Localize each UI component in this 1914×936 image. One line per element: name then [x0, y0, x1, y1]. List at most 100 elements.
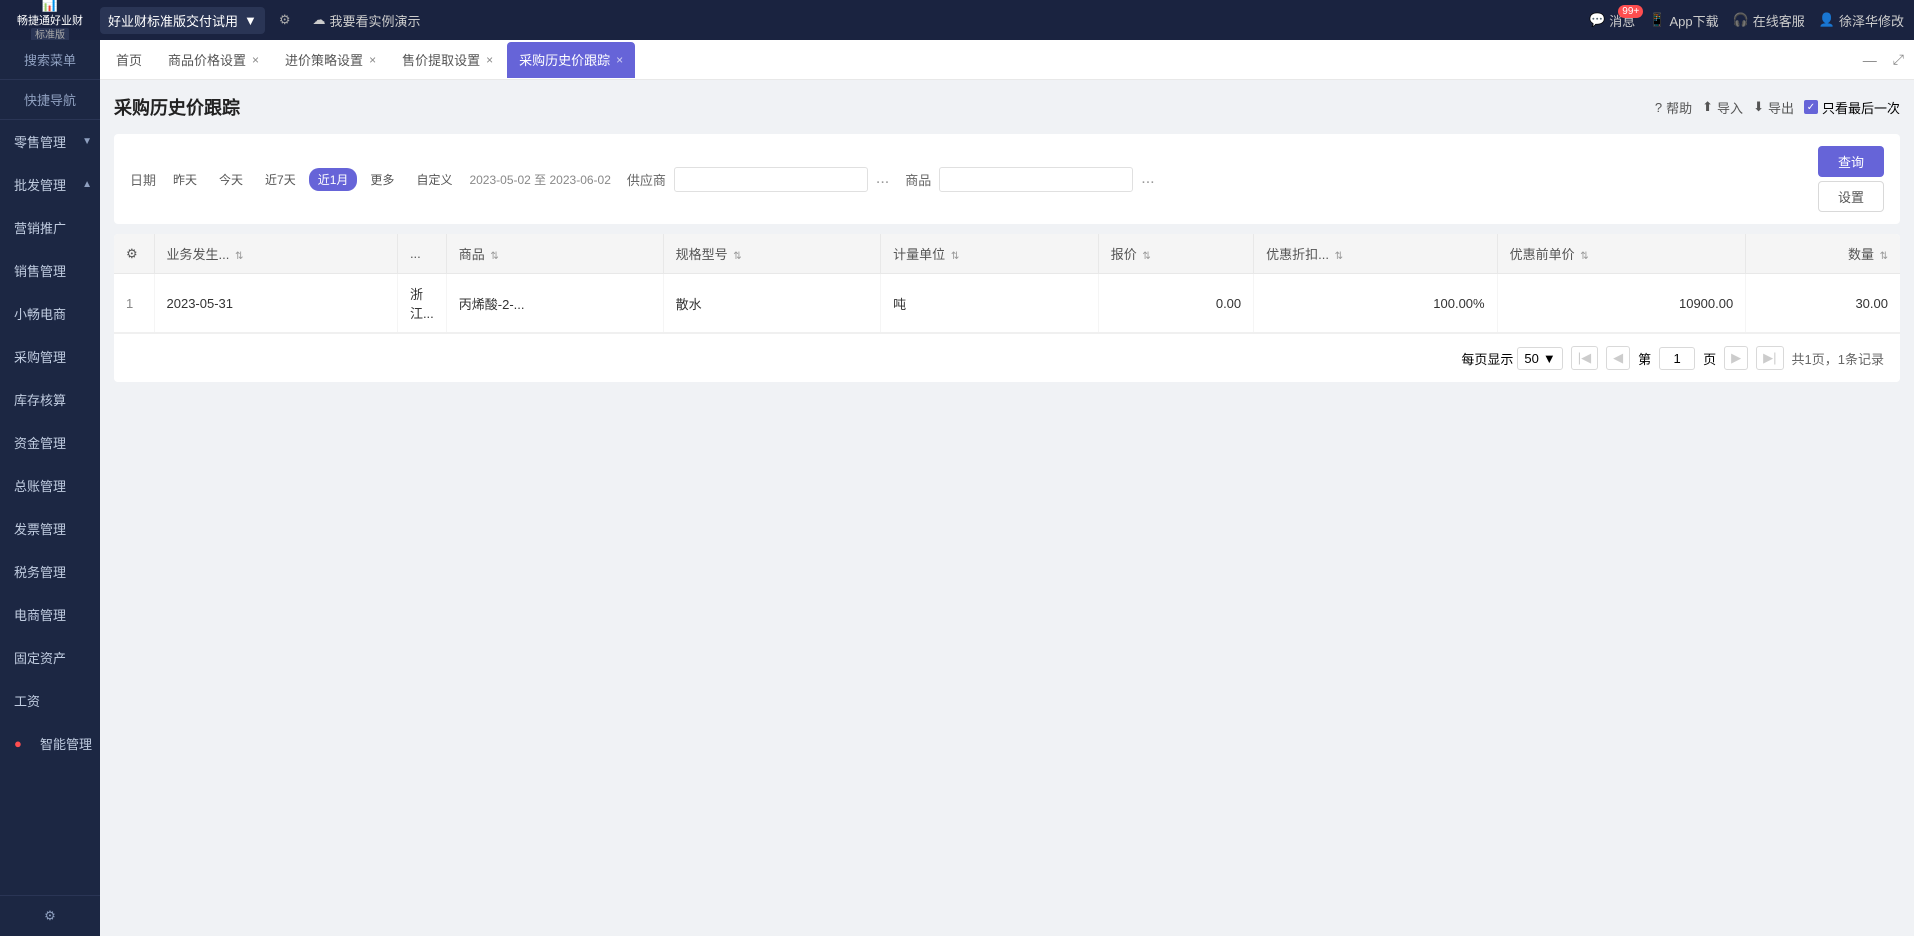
smart-label: 智能管理	[40, 734, 92, 753]
pagination: 每页显示 50 ▼ |◀ ◀ 第 页 ▶ ▶| 共1页，1条记录	[114, 333, 1900, 382]
supplier-input[interactable]	[674, 167, 868, 192]
th-discount-pct[interactable]: 优惠折扣... ⇅	[1254, 234, 1497, 274]
page-input[interactable]	[1659, 347, 1695, 370]
date-btn-custom[interactable]: 自定义	[407, 168, 461, 191]
filter-settings-btn[interactable]: 设置	[1818, 181, 1884, 212]
tab-sale-price[interactable]: 售价提取设置 ×	[390, 42, 505, 78]
th-dots[interactable]: ...	[397, 234, 446, 274]
help-btn[interactable]: ? 帮助	[1655, 98, 1692, 117]
sidebar-item-purchase[interactable]: 采购管理	[0, 335, 100, 378]
page-next-btn[interactable]: ▶	[1724, 346, 1748, 370]
sidebar-search-menu[interactable]: 搜索菜单	[0, 40, 100, 80]
sidebar-item-smart[interactable]: ● 智能管理	[0, 722, 100, 765]
page-first-btn[interactable]: |◀	[1571, 346, 1598, 370]
th-date[interactable]: 业务发生... ⇅	[154, 234, 397, 274]
app-download-label: App下载	[1669, 11, 1718, 30]
tab-expand-btn[interactable]: ⤢	[1887, 47, 1910, 72]
sidebar-item-general-ledger[interactable]: 总账管理	[0, 464, 100, 507]
sidebar-item-fixed-assets[interactable]: 固定资产	[0, 636, 100, 679]
query-btn[interactable]: 查询	[1818, 146, 1884, 177]
page-header: 采购历史价跟踪 ? 帮助 ⬆ 导入 ⬇ 导出 ✓	[114, 94, 1900, 120]
product-select[interactable]: 好业财标准版交付试用 ▼	[100, 7, 265, 34]
date-btn-last1month[interactable]: 近1月	[309, 168, 358, 191]
sidebar-item-finance[interactable]: 资金管理	[0, 421, 100, 464]
page-size-dropdown[interactable]: 50 ▼	[1517, 347, 1562, 370]
th-discount-price[interactable]: 优惠前单价 ⇅	[1497, 234, 1746, 274]
tab-sale-price-close[interactable]: ×	[486, 53, 493, 67]
export-btn[interactable]: ⬇ 导出	[1753, 98, 1794, 117]
tab-purchase-history-close[interactable]: ×	[616, 53, 623, 67]
tax-label: 税务管理	[14, 562, 66, 581]
settings-icon: ⚙	[44, 908, 56, 923]
tab-home-label: 首页	[116, 50, 142, 69]
supplier-more-btn[interactable]: ...	[876, 170, 889, 188]
th-quantity[interactable]: 数量 ⇅	[1746, 234, 1900, 274]
sidebar-item-ecommerce[interactable]: 电商管理	[0, 593, 100, 636]
app-name: 畅捷通好业财	[17, 14, 83, 28]
th-quote[interactable]: 报价 ⇅	[1098, 234, 1253, 274]
import-icon: ⬆	[1702, 99, 1713, 115]
cell-date: 2023-05-31	[154, 274, 397, 333]
sidebar-item-payroll[interactable]: 工资	[0, 679, 100, 722]
goods-more-btn[interactable]: ...	[1141, 170, 1154, 188]
date-btn-today[interactable]: 今天	[210, 168, 252, 191]
chevron-down-icon: ▼	[82, 136, 92, 147]
th-spec[interactable]: 规格型号 ⇅	[663, 234, 881, 274]
sidebar-quick-nav[interactable]: 快捷导航	[0, 80, 100, 120]
th-unit[interactable]: 计量单位 ⇅	[881, 234, 1099, 274]
user-icon: 👤	[1819, 12, 1835, 28]
tab-pricing-strategy[interactable]: 进价策略设置 ×	[273, 42, 388, 78]
export-icon: ⬇	[1753, 99, 1764, 115]
question-icon: ?	[1655, 100, 1662, 115]
notifications-btn[interactable]: 💬 消息 99+	[1589, 11, 1635, 30]
goods-input[interactable]	[939, 167, 1133, 192]
th-goods[interactable]: 商品 ⇅	[446, 234, 663, 274]
only-last-label: 只看最后一次	[1822, 98, 1900, 117]
filter-area: 日期 昨天 今天 近7天 近1月 更多 自定义 2023-05-02 至 202…	[114, 134, 1900, 224]
settings-icon-btn[interactable]: ⚙	[275, 8, 295, 32]
only-last-checkbox[interactable]: ✓ 只看最后一次	[1804, 98, 1900, 117]
sidebar-item-tax[interactable]: 税务管理	[0, 550, 100, 593]
tab-home[interactable]: 首页	[104, 42, 154, 78]
sidebar-item-ecommerce-small[interactable]: 小畅电商	[0, 292, 100, 335]
date-btn-last7[interactable]: 近7天	[256, 168, 305, 191]
tab-minimize-btn[interactable]: —	[1857, 48, 1883, 72]
th-discount-price-label: 优惠前单价	[1510, 247, 1575, 262]
page-last-btn[interactable]: ▶|	[1756, 346, 1783, 370]
page-prev-btn[interactable]: ◀	[1606, 346, 1630, 370]
th-gear[interactable]: ⚙	[114, 234, 154, 274]
per-page-label: 每页显示	[1461, 349, 1513, 368]
cell-discount-price: 10900.00	[1497, 274, 1746, 333]
sort-icon-quote: ⇅	[1142, 251, 1150, 262]
sidebar-item-retail[interactable]: 零售管理 ▼	[0, 120, 100, 163]
user-area[interactable]: 👤 徐泽华修改	[1819, 11, 1904, 30]
th-quote-label: 报价	[1111, 247, 1137, 262]
sidebar-item-marketing[interactable]: 营销推广	[0, 206, 100, 249]
ecommerce-small-label: 小畅电商	[14, 304, 66, 323]
tab-pricing-strategy-close[interactable]: ×	[369, 53, 376, 67]
cell-spec: 散水	[663, 274, 881, 333]
page-content: 采购历史价跟踪 ? 帮助 ⬆ 导入 ⬇ 导出 ✓	[100, 80, 1914, 936]
tab-price[interactable]: 商品价格设置 ×	[156, 42, 271, 78]
notifications-badge: 99+	[1618, 5, 1643, 18]
sidebar-item-invoice[interactable]: 发票管理	[0, 507, 100, 550]
date-btn-more[interactable]: 更多	[361, 168, 403, 191]
page-title: 采购历史价跟踪	[114, 94, 240, 120]
demo-btn[interactable]: ☁ 我要看实例演示	[305, 7, 429, 34]
th-spec-label: 规格型号	[676, 247, 728, 262]
sidebar-item-sales[interactable]: 销售管理	[0, 249, 100, 292]
sidebar-settings-btn[interactable]: ⚙	[0, 895, 100, 936]
date-btn-yesterday[interactable]: 昨天	[164, 168, 206, 191]
online-service-btn[interactable]: 🎧 在线客服	[1733, 11, 1805, 30]
demo-label: 我要看实例演示	[330, 11, 421, 30]
wholesale-label: 批发管理	[14, 175, 66, 194]
import-btn[interactable]: ⬆ 导入	[1702, 98, 1743, 117]
page-suffix: 页	[1703, 349, 1716, 368]
app-download-btn[interactable]: 📱 App下载	[1649, 11, 1718, 30]
tab-purchase-history[interactable]: 采购历史价跟踪 ×	[507, 42, 635, 78]
sidebar-item-wholesale[interactable]: 批发管理 ▲	[0, 163, 100, 206]
online-service-label: 在线客服	[1753, 11, 1805, 30]
table-container: ⚙ 业务发生... ⇅ ... 商品 ⇅	[114, 234, 1900, 382]
tab-price-close[interactable]: ×	[252, 53, 259, 67]
sidebar-item-inventory[interactable]: 库存核算	[0, 378, 100, 421]
